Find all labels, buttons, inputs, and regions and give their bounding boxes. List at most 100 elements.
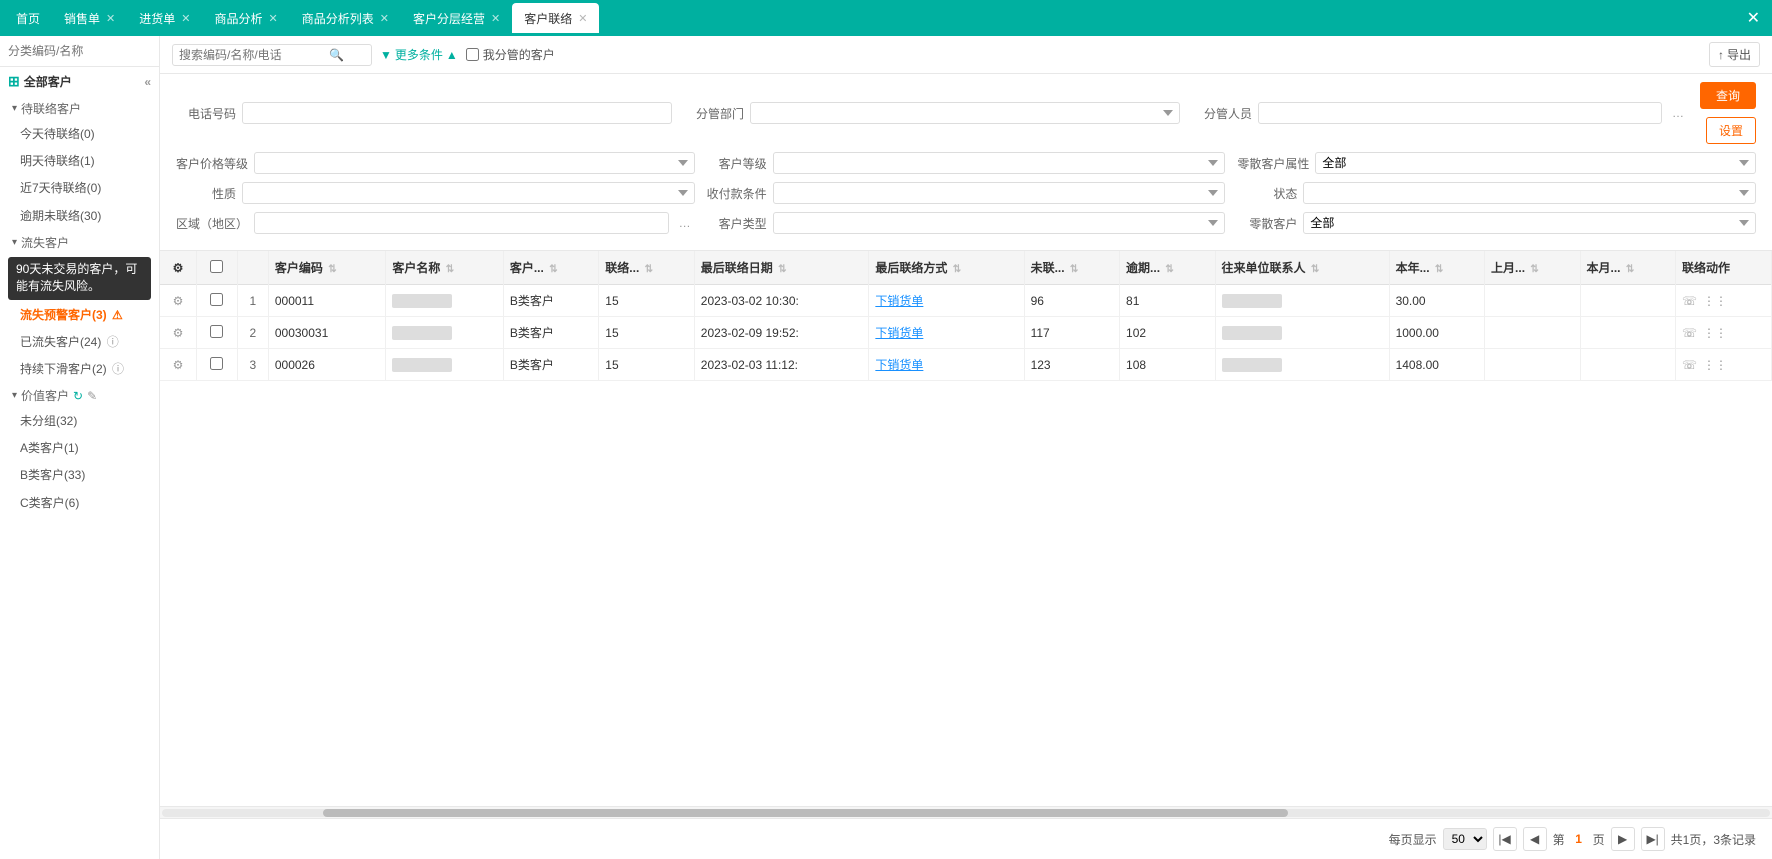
horizontal-scrollbar[interactable]: [160, 806, 1772, 818]
more-action-icon[interactable]: ⋮⋮: [1703, 294, 1727, 308]
checkbox-cell[interactable]: [197, 349, 238, 381]
dots-icon[interactable]: …: [1668, 106, 1688, 120]
last-page-btn[interactable]: ▶|: [1641, 827, 1665, 851]
action-cell[interactable]: ☏ ⋮⋮: [1675, 317, 1771, 349]
sidebar-item-ungrouped[interactable]: 未分组(32): [0, 408, 159, 435]
sidebar-item-class-b[interactable]: B类客户(33): [0, 462, 159, 489]
sidebar-item-lost-warning[interactable]: 流失预警客户(3) ⚠: [0, 302, 159, 329]
close-icon[interactable]: ✕: [578, 12, 587, 25]
phone-action-icon[interactable]: ☏: [1682, 326, 1697, 340]
this-year-col-header[interactable]: 本年... ⇅: [1389, 251, 1484, 285]
sidebar-item-overdue[interactable]: 逾期未联络(30): [0, 203, 159, 230]
customer-type-select[interactable]: [773, 212, 1226, 234]
settings-col-header[interactable]: ⚙: [160, 251, 197, 285]
pending-group[interactable]: ▾ 待联络客户: [0, 96, 159, 121]
last-method-link[interactable]: 下销货单: [875, 358, 923, 372]
close-icon[interactable]: ✕: [491, 12, 500, 25]
sidebar-item-class-a[interactable]: A类客户(1): [0, 435, 159, 462]
row-checkbox[interactable]: [210, 293, 223, 306]
phone-input[interactable]: [242, 102, 672, 124]
sidebar-item-7days[interactable]: 近7天待联络(0): [0, 175, 159, 202]
settings-cell[interactable]: ⚙: [160, 317, 197, 349]
row-checkbox[interactable]: [210, 325, 223, 338]
refresh-icon[interactable]: ↻: [73, 389, 83, 403]
close-window-icon[interactable]: ✕: [1747, 8, 1768, 28]
overdue-col-header[interactable]: 逾期... ⇅: [1120, 251, 1215, 285]
last-month-col-header[interactable]: 上月... ⇅: [1485, 251, 1580, 285]
checkbox-col-header[interactable]: [197, 251, 238, 285]
my-customers-checkbox-wrap[interactable]: 我分管的客户: [466, 46, 555, 63]
lost-group[interactable]: ▾ 流失客户: [0, 230, 159, 255]
tab-purchase[interactable]: 进货单 ✕: [127, 3, 202, 33]
tab-customer-segment[interactable]: 客户分层经营 ✕: [401, 3, 512, 33]
last-date-col-header[interactable]: 最后联络日期 ⇅: [694, 251, 869, 285]
value-group[interactable]: ▾ 价值客户 ↻ ✎: [0, 383, 159, 408]
edit-icon[interactable]: ✎: [87, 389, 97, 403]
contact-col-header[interactable]: 联络... ⇅: [599, 251, 694, 285]
tab-analysis-list[interactable]: 商品分析列表 ✕: [290, 3, 401, 33]
person-input[interactable]: [1258, 102, 1662, 124]
gender-select[interactable]: [242, 182, 695, 204]
settings-cell[interactable]: ⚙: [160, 349, 197, 381]
last-method-cell[interactable]: 下销货单: [869, 285, 1024, 317]
this-month-col-header[interactable]: 本月... ⇅: [1580, 251, 1675, 285]
checkbox-cell[interactable]: [197, 285, 238, 317]
unit-contact-col-header[interactable]: 往来单位联系人 ⇅: [1215, 251, 1389, 285]
sidebar-item-declining[interactable]: 持续下滑客户(2) ⓘ: [0, 356, 159, 383]
code-col-header[interactable]: 客户编码 ⇅: [268, 251, 385, 285]
next-page-btn[interactable]: ▶: [1611, 827, 1635, 851]
last-method-cell[interactable]: 下销货单: [869, 317, 1024, 349]
dots-icon[interactable]: …: [675, 216, 695, 230]
more-action-icon[interactable]: ⋮⋮: [1703, 358, 1727, 372]
collapse-icon[interactable]: «: [144, 75, 151, 89]
settings-cell[interactable]: ⚙: [160, 285, 197, 317]
first-page-btn[interactable]: |◀: [1493, 827, 1517, 851]
sidebar-item-tomorrow[interactable]: 明天待联络(1): [0, 148, 159, 175]
action-cell[interactable]: ☏ ⋮⋮: [1675, 285, 1771, 317]
last-method-link[interactable]: 下销货单: [875, 294, 923, 308]
per-page-select[interactable]: 50: [1443, 828, 1487, 850]
tab-home[interactable]: 首页: [4, 3, 52, 33]
payment-select[interactable]: [773, 182, 1226, 204]
row-checkbox[interactable]: [210, 357, 223, 370]
unlinked-col-header[interactable]: 未联... ⇅: [1024, 251, 1119, 285]
tab-sales[interactable]: 销售单 ✕: [52, 3, 127, 33]
region-input[interactable]: [254, 212, 669, 234]
scrollbar-thumb[interactable]: [323, 809, 1288, 817]
prev-page-btn[interactable]: ◀: [1523, 827, 1547, 851]
tab-analysis[interactable]: 商品分析 ✕: [202, 3, 289, 33]
phone-action-icon[interactable]: ☏: [1682, 294, 1697, 308]
export-btn[interactable]: ↑ 导出: [1709, 42, 1760, 67]
status-select[interactable]: [1303, 182, 1756, 204]
name-col-header[interactable]: 客户名称 ⇅: [386, 251, 503, 285]
select-all-checkbox[interactable]: [210, 260, 223, 273]
search-input[interactable]: [179, 48, 329, 62]
close-icon[interactable]: ✕: [380, 12, 389, 25]
tab-customer-link[interactable]: 客户联络 ✕: [512, 3, 599, 33]
checkbox-cell[interactable]: [197, 317, 238, 349]
sidebar-item-class-c[interactable]: C类客户(6): [0, 490, 159, 517]
price-level-select[interactable]: [254, 152, 695, 174]
close-icon[interactable]: ✕: [269, 12, 278, 25]
all-customers-header[interactable]: ⊞ 全部客户 «: [0, 67, 159, 96]
more-filters-btn[interactable]: ▼ 更多条件 ▲: [380, 46, 458, 63]
close-icon[interactable]: ✕: [106, 12, 115, 25]
my-customers-checkbox[interactable]: [466, 48, 479, 61]
action-cell[interactable]: ☏ ⋮⋮: [1675, 349, 1771, 381]
zero-customer-select[interactable]: 全部: [1303, 212, 1756, 234]
last-method-cell[interactable]: 下销货单: [869, 349, 1024, 381]
close-icon[interactable]: ✕: [181, 12, 190, 25]
level-col-header[interactable]: 客户... ⇅: [503, 251, 598, 285]
customer-level-select[interactable]: [773, 152, 1226, 174]
last-method-col-header[interactable]: 最后联络方式 ⇅: [869, 251, 1024, 285]
sidebar-item-lost-already[interactable]: 已流失客户(24) ⓘ: [0, 329, 159, 356]
dept-select[interactable]: [750, 102, 1180, 124]
phone-action-icon[interactable]: ☏: [1682, 358, 1697, 372]
last-method-link[interactable]: 下销货单: [875, 326, 923, 340]
query-button[interactable]: 查询: [1700, 82, 1756, 109]
settings-button[interactable]: 设置: [1706, 117, 1756, 144]
more-action-icon[interactable]: ⋮⋮: [1703, 326, 1727, 340]
sidebar-item-today[interactable]: 今天待联络(0): [0, 121, 159, 148]
zero-attr-select[interactable]: 全部: [1315, 152, 1756, 174]
sidebar-search-input[interactable]: [8, 44, 160, 58]
